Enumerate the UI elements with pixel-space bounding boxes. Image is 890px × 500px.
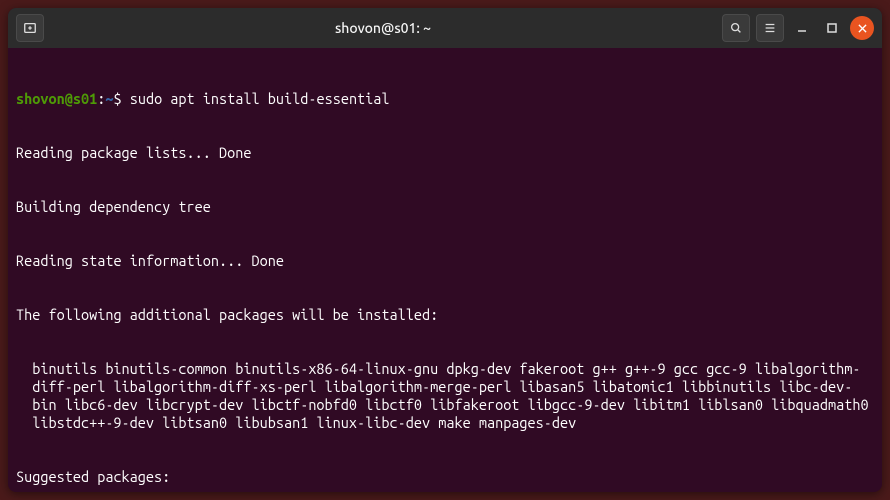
command-text: sudo apt install build-essential xyxy=(130,90,390,107)
close-button[interactable] xyxy=(850,16,874,40)
output-line: The following additional packages will b… xyxy=(16,306,874,324)
prompt-user-host: shovon@s01 xyxy=(16,90,97,107)
prompt-sep2: $ xyxy=(113,90,129,107)
output-line: Reading package lists... Done xyxy=(16,144,874,162)
output-line: Building dependency tree xyxy=(16,198,874,216)
menu-button[interactable] xyxy=(756,14,784,42)
titlebar: shovon@s01: ~ xyxy=(8,8,882,48)
new-tab-button[interactable] xyxy=(16,14,44,42)
terminal-window: shovon@s01: ~ shovon@s01 xyxy=(8,8,882,492)
window-title: shovon@s01: ~ xyxy=(50,20,716,36)
prompt-line: shovon@s01:~$ sudo apt install build-ess… xyxy=(16,90,874,108)
search-button[interactable] xyxy=(722,14,750,42)
output-line: Reading state information... Done xyxy=(16,252,874,270)
package-list-additional: binutils binutils-common binutils-x86-64… xyxy=(16,360,874,432)
maximize-button[interactable] xyxy=(820,16,844,40)
minimize-button[interactable] xyxy=(790,16,814,40)
terminal-content[interactable]: shovon@s01:~$ sudo apt install build-ess… xyxy=(8,48,882,492)
output-line: Suggested packages: xyxy=(16,468,874,486)
